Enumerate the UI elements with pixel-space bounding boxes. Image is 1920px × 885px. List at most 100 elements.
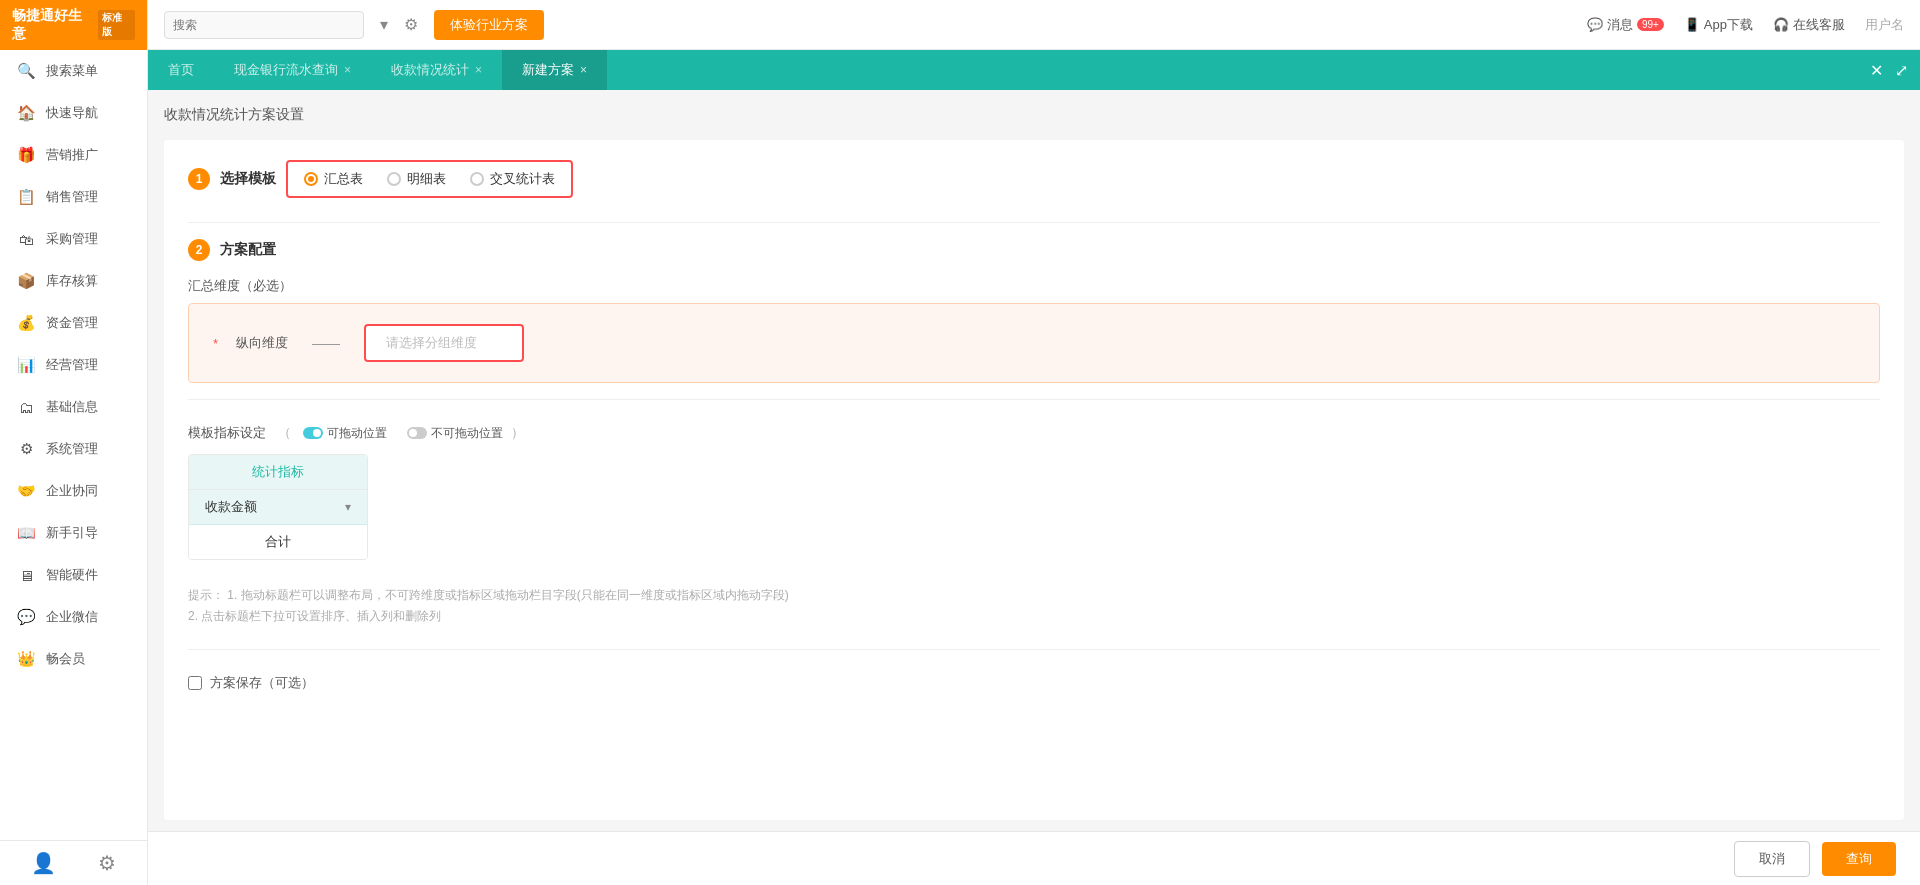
trial-button[interactable]: 体验行业方案: [434, 10, 544, 40]
sidebar-item-purchase[interactable]: 🛍 采购管理: [0, 218, 147, 260]
save-section: 方案保存（可选）: [188, 674, 1880, 692]
sidebar-item-operations[interactable]: 📊经营管理: [0, 344, 147, 386]
fixed-tag: 不可拖动位置: [407, 425, 503, 442]
message-badge: 99+: [1637, 18, 1664, 31]
tab-bank-flow[interactable]: 现金银行流水查询 ×: [214, 50, 371, 90]
sidebar-label-system: 系统管理: [46, 440, 98, 458]
dropdown-icon[interactable]: ▾: [380, 15, 388, 34]
sidebar-icon-system: ⚙: [16, 440, 36, 458]
download-label: App下载: [1704, 16, 1753, 34]
tabs-controls: ✕ ⤢: [1858, 50, 1920, 90]
radio-cross-dot: [470, 172, 484, 186]
divider3: [188, 649, 1880, 650]
sidebar-item-inventory[interactable]: 📦库存核算: [0, 260, 147, 302]
service-icon: 🎧: [1773, 17, 1789, 32]
required-mark: *: [213, 336, 218, 351]
sidebar-label-corp: 企业协同: [46, 482, 98, 500]
metrics-cell-amount[interactable]: 收款金额 ▾: [189, 490, 367, 525]
radio-cross[interactable]: 交叉统计表: [470, 170, 555, 188]
tab-bank-flow-label: 现金银行流水查询: [234, 61, 338, 79]
movable-label: 可拖动位置: [327, 425, 387, 442]
page-title: 收款情况统计方案设置: [164, 106, 1904, 124]
save-checkbox[interactable]: [188, 676, 202, 690]
tab-new-plan-label: 新建方案: [522, 61, 574, 79]
sidebar-item-search-menu[interactable]: 🔍搜索菜单: [0, 50, 147, 92]
tab-collection-stats[interactable]: 收款情况统计 ×: [371, 50, 502, 90]
sidebar-icon-member: 👑: [16, 650, 36, 668]
sidebar-footer-icon2[interactable]: ⚙: [98, 851, 116, 875]
tab-home[interactable]: 首页: [148, 50, 214, 90]
radio-summary-label: 汇总表: [324, 170, 363, 188]
fixed-indicator: [407, 427, 427, 439]
sidebar-label-operations: 经营管理: [46, 356, 98, 374]
dimension-select[interactable]: 请选择分组维度: [364, 324, 524, 362]
movable-indicator: [303, 427, 323, 439]
tab-new-plan[interactable]: 新建方案 ×: [502, 50, 607, 90]
search-input[interactable]: [164, 11, 364, 39]
sidebar-icon-corp: 🤝: [16, 482, 36, 500]
sidebar-item-corp[interactable]: 🤝 企业协同: [0, 470, 147, 512]
sidebar-icon-smart-hw: 🖥: [16, 567, 36, 584]
sidebar-icon-purchase: 🛍: [16, 231, 36, 248]
metrics-label: 模板指标设定: [188, 424, 266, 442]
header: ▾ ⚙ 体验行业方案 💬 消息 99+ 📱 App下载 🎧 在线客服 用户名: [148, 0, 1920, 50]
tips-block: 提示： 1. 拖动标题栏可以调整布局，不可跨维度或指标区域拖动栏目字段(只能在同…: [188, 587, 1880, 625]
sidebar-item-quick-nav[interactable]: 🏠快速导航: [0, 92, 147, 134]
sidebar-icon-basic-info: 🗂: [16, 399, 36, 416]
dimension-title: 汇总维度（必选）: [188, 277, 1880, 295]
gear-icon[interactable]: ⚙: [404, 15, 418, 34]
row-label: 纵向维度: [236, 334, 288, 352]
radio-detail[interactable]: 明细表: [387, 170, 446, 188]
sidebar-item-member[interactable]: 👑畅会员: [0, 638, 147, 680]
sidebar-item-smart-hw[interactable]: 🖥 智能硬件: [0, 554, 147, 596]
user-name: 用户名: [1865, 16, 1904, 34]
message-icon: 💬: [1587, 17, 1603, 32]
radio-detail-label: 明细表: [407, 170, 446, 188]
sidebar-label-finance: 资金管理: [46, 314, 98, 332]
download-button[interactable]: 📱 App下载: [1684, 16, 1753, 34]
message-button[interactable]: 💬 消息 99+: [1587, 16, 1664, 34]
sidebar-item-guide[interactable]: 📖新手引导: [0, 512, 147, 554]
query-button[interactable]: 查询: [1822, 842, 1896, 876]
tab-close-all-icon[interactable]: ✕: [1870, 61, 1883, 80]
sidebar-item-wechat[interactable]: 💬企业微信: [0, 596, 147, 638]
step2-title: 方案配置: [220, 241, 276, 259]
sidebar-label-quick-nav: 快速导航: [46, 104, 98, 122]
sidebar-item-finance[interactable]: 💰资金管理: [0, 302, 147, 344]
sidebar-item-system[interactable]: ⚙ 系统管理: [0, 428, 147, 470]
sidebar-label-basic-info: 基础信息: [46, 398, 98, 416]
sidebar-item-basic-info[interactable]: 🗂 基础信息: [0, 386, 147, 428]
chevron-down-icon: ▾: [345, 500, 351, 514]
sidebar-footer-icon1[interactable]: 👤: [31, 851, 56, 875]
radio-summary[interactable]: 汇总表: [304, 170, 363, 188]
dimension-block: 汇总维度（必选） * 纵向维度 —— 请选择分组维度: [188, 277, 1880, 383]
sidebar-label-marketing: 营销推广: [46, 146, 98, 164]
step1-title: 选择模板: [220, 170, 276, 188]
hint-separator: （: [278, 424, 291, 442]
tab-bank-flow-close[interactable]: ×: [344, 63, 351, 77]
sidebar: 畅捷通好生意 标准版 🔍搜索菜单🏠快速导航🎁营销推广📋销售管理 🛍 采购管理 📦库存核…: [0, 0, 148, 885]
message-label: 消息: [1607, 16, 1633, 34]
tab-maximize-icon[interactable]: ⤢: [1895, 61, 1908, 80]
metrics-table-header: 统计指标: [189, 455, 367, 490]
sidebar-label-purchase: 采购管理: [46, 230, 98, 248]
sidebar-icon-wechat: 💬: [16, 608, 36, 626]
metrics-block: 模板指标设定 （ 可拖动位置 不可拖动位置 ） 统计指标 收款金额: [188, 424, 1880, 563]
app-logo: 畅捷通好生意 标准版: [0, 0, 147, 50]
tab-collection-stats-close[interactable]: ×: [475, 63, 482, 77]
divider2: [188, 399, 1880, 400]
fixed-label: 不可拖动位置: [431, 425, 503, 442]
service-button[interactable]: 🎧 在线客服: [1773, 16, 1845, 34]
sidebar-label-smart-hw: 智能硬件: [46, 566, 98, 584]
footer-bar: 取消 查询: [148, 831, 1920, 885]
sidebar-label-guide: 新手引导: [46, 524, 98, 542]
main-content: 收款情况统计方案设置 1 选择模板 汇总表 明细表: [148, 90, 1920, 885]
cancel-button[interactable]: 取消: [1734, 841, 1810, 877]
content-card: 1 选择模板 汇总表 明细表 交叉统计表: [164, 140, 1904, 820]
tab-new-plan-close[interactable]: ×: [580, 63, 587, 77]
sidebar-item-marketing[interactable]: 🎁营销推广: [0, 134, 147, 176]
step1-badge: 1: [188, 168, 210, 190]
metrics-cell-label: 收款金额: [205, 498, 257, 516]
metrics-hint-row: 模板指标设定 （ 可拖动位置 不可拖动位置 ）: [188, 424, 1880, 442]
sidebar-item-sales[interactable]: 📋销售管理: [0, 176, 147, 218]
